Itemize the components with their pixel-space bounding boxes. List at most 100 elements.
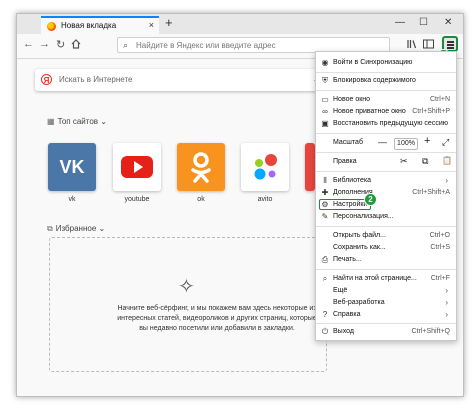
menu-item-quit[interactable]: ⏻ Выход Ctrl+Shift+Q <box>316 326 456 338</box>
menu-item-help[interactable]: ? Справка › <box>316 309 456 321</box>
back-arrow-icon[interactable]: ← <box>23 38 34 50</box>
menu-item-library[interactable]: ⫴ Библиотека › <box>316 175 456 187</box>
title-bar: Новая вкладка × + — ☐ ✕ <box>17 14 463 34</box>
shield-icon: ⛨ <box>322 76 328 85</box>
chevron-right-icon: › <box>445 286 448 295</box>
menu-zoom-row: Масштаб — 100% + ⤢ <box>316 134 456 151</box>
vk-logo-icon: VK <box>59 157 84 177</box>
menu-item-save-as[interactable]: Сохранить как... Ctrl+S <box>316 242 456 254</box>
menu-item-print[interactable]: ⎙ Печать... <box>316 254 456 266</box>
menu-item-open-file[interactable]: Открыть файл... Ctrl+O <box>316 230 456 242</box>
menu-separator <box>316 226 456 227</box>
sync-account-icon: ◉ <box>321 58 329 67</box>
maximize-button[interactable]: ☐ <box>419 17 428 28</box>
minimize-button[interactable]: — <box>395 17 405 28</box>
menu-line <box>447 41 454 43</box>
menu-item-private-window[interactable]: ∞ Новое приватное окно Ctrl+Shift+P <box>316 106 456 118</box>
cut-icon[interactable]: ✂ <box>400 156 408 167</box>
menu-item-restore-session[interactable]: ▣ Восстановить предыдущую сессию <box>316 118 456 130</box>
top-site-label: ok <box>197 196 205 203</box>
menu-item-label: Войти в Синхронизацию <box>333 59 413 66</box>
menu-separator <box>316 269 456 270</box>
fullscreen-icon[interactable]: ⤢ <box>442 137 449 148</box>
menu-item-label: Блокировка содержимого <box>333 77 416 84</box>
menu-item-label: Найти на этой странице... <box>333 275 417 282</box>
step-2-badge: 2 <box>364 193 377 206</box>
private-mask-icon: ∞ <box>322 107 328 116</box>
menu-item-label: Восстановить предыдущую сессию <box>333 120 448 127</box>
zoom-in-button[interactable]: + <box>424 135 430 147</box>
power-icon: ⏻ <box>321 327 329 336</box>
browser-window: Новая вкладка × + — ☐ ✕ ← → ↻ ⌕ 1 <box>16 13 464 397</box>
top-site-youtube[interactable] <box>113 143 161 191</box>
menu-item-sync[interactable]: ◉ Войти в Синхронизацию <box>316 57 456 69</box>
menu-item-shortcut: Ctrl+N <box>429 96 450 103</box>
top-sites-title: Топ сайтов <box>57 117 99 126</box>
grid-icon: ▦ <box>47 117 55 126</box>
menu-item-label: Персонализация... <box>333 213 394 220</box>
svg-text:VK: VK <box>59 157 84 177</box>
tab-new-tab[interactable]: Новая вкладка × <box>41 16 159 34</box>
restore-icon: ▣ <box>321 119 329 128</box>
menu-edit-row: Правка ✂ ⧉ 📋 <box>316 153 456 170</box>
menu-item-more[interactable]: Ещё › <box>316 285 456 297</box>
tab-close-icon[interactable]: × <box>149 20 154 30</box>
top-sites-header[interactable]: ▦ Топ сайтов ⌄ <box>47 117 107 126</box>
paste-icon[interactable]: 📋 <box>442 156 452 165</box>
top-site-ok[interactable] <box>177 143 225 191</box>
menu-item-label: Библиотека <box>333 177 372 184</box>
menu-line <box>447 47 454 49</box>
top-site-vk[interactable]: VK <box>48 143 96 191</box>
url-input[interactable] <box>136 39 386 51</box>
menu-item-label: Веб-разработка <box>333 299 385 306</box>
menu-item-addons[interactable]: ✚ Дополнения Ctrl+Shift+A <box>316 187 456 199</box>
menu-item-label: Справка <box>333 311 361 318</box>
printer-icon: ⎙ <box>321 255 329 264</box>
search-placeholder: Искать в Интернете <box>59 75 133 84</box>
menu-item-label: Новое окно <box>333 96 371 103</box>
ok-logo-icon <box>191 152 211 183</box>
reload-icon[interactable]: ↻ <box>56 38 65 51</box>
edit-label: Правка <box>333 158 357 165</box>
library-icon: ⫴ <box>323 176 327 185</box>
close-window-button[interactable]: ✕ <box>444 17 452 28</box>
chevron-right-icon: › <box>445 176 448 185</box>
zoom-out-button[interactable]: — <box>378 137 387 147</box>
new-tab-button[interactable]: + <box>165 15 173 30</box>
search-icon: ⌕ <box>123 40 129 50</box>
menu-item-content-blocking[interactable]: ⛨ Блокировка содержимого <box>316 75 456 87</box>
home-icon[interactable] <box>71 39 81 52</box>
chevron-right-icon: › <box>445 298 448 307</box>
forward-arrow-icon[interactable]: → <box>39 38 50 50</box>
top-site-partial[interactable] <box>305 143 315 191</box>
top-site-label: vk <box>68 196 76 203</box>
chevron-down-icon: ⌄ <box>98 224 106 233</box>
menu-item-customize[interactable]: ✎ Персонализация... <box>316 211 456 223</box>
featured-header[interactable]: ⧉ Избранное ⌄ <box>47 224 105 234</box>
menu-item-web-developer[interactable]: Веб-разработка › <box>316 297 456 309</box>
help-icon: ? <box>322 310 328 319</box>
copy-icon[interactable]: ⧉ <box>422 156 428 167</box>
menu-separator <box>316 171 456 172</box>
chevron-down-icon: ⌄ <box>100 117 107 126</box>
zoom-label: Масштаб <box>333 139 363 146</box>
menu-item-shortcut: Ctrl+F <box>430 275 450 282</box>
zoom-reset-button[interactable]: 100% <box>394 138 418 150</box>
search-icon: ⌕ <box>322 274 328 283</box>
featured-placeholder: ✧ Начните веб-сёрфинг, и мы покажем вам … <box>49 237 327 372</box>
menu-item-label: Новое приватное окно <box>333 108 406 115</box>
paintbrush-icon: ✎ <box>321 212 329 221</box>
sparkle-icon: ✧ <box>178 276 195 298</box>
menu-item-new-window[interactable]: ▭ Новое окно Ctrl+N <box>316 94 456 106</box>
app-menu: ◉ Войти в Синхронизацию ⛨ Блокировка сод… <box>315 51 457 341</box>
top-site-avito[interactable] <box>241 143 289 191</box>
menu-line <box>447 44 454 46</box>
tab-title: Новая вкладка <box>61 21 117 30</box>
menu-item-find[interactable]: ⌕ Найти на этой странице... Ctrl+F <box>316 273 456 285</box>
web-search-box[interactable]: Я Искать в Интернете → <box>35 69 331 91</box>
menu-item-shortcut: Ctrl+Shift+P <box>412 108 450 115</box>
menu-item-label: Ещё <box>333 287 348 294</box>
avito-logo-icon <box>254 154 277 180</box>
menu-separator <box>316 72 456 73</box>
puzzle-piece-icon: ✚ <box>321 188 329 197</box>
